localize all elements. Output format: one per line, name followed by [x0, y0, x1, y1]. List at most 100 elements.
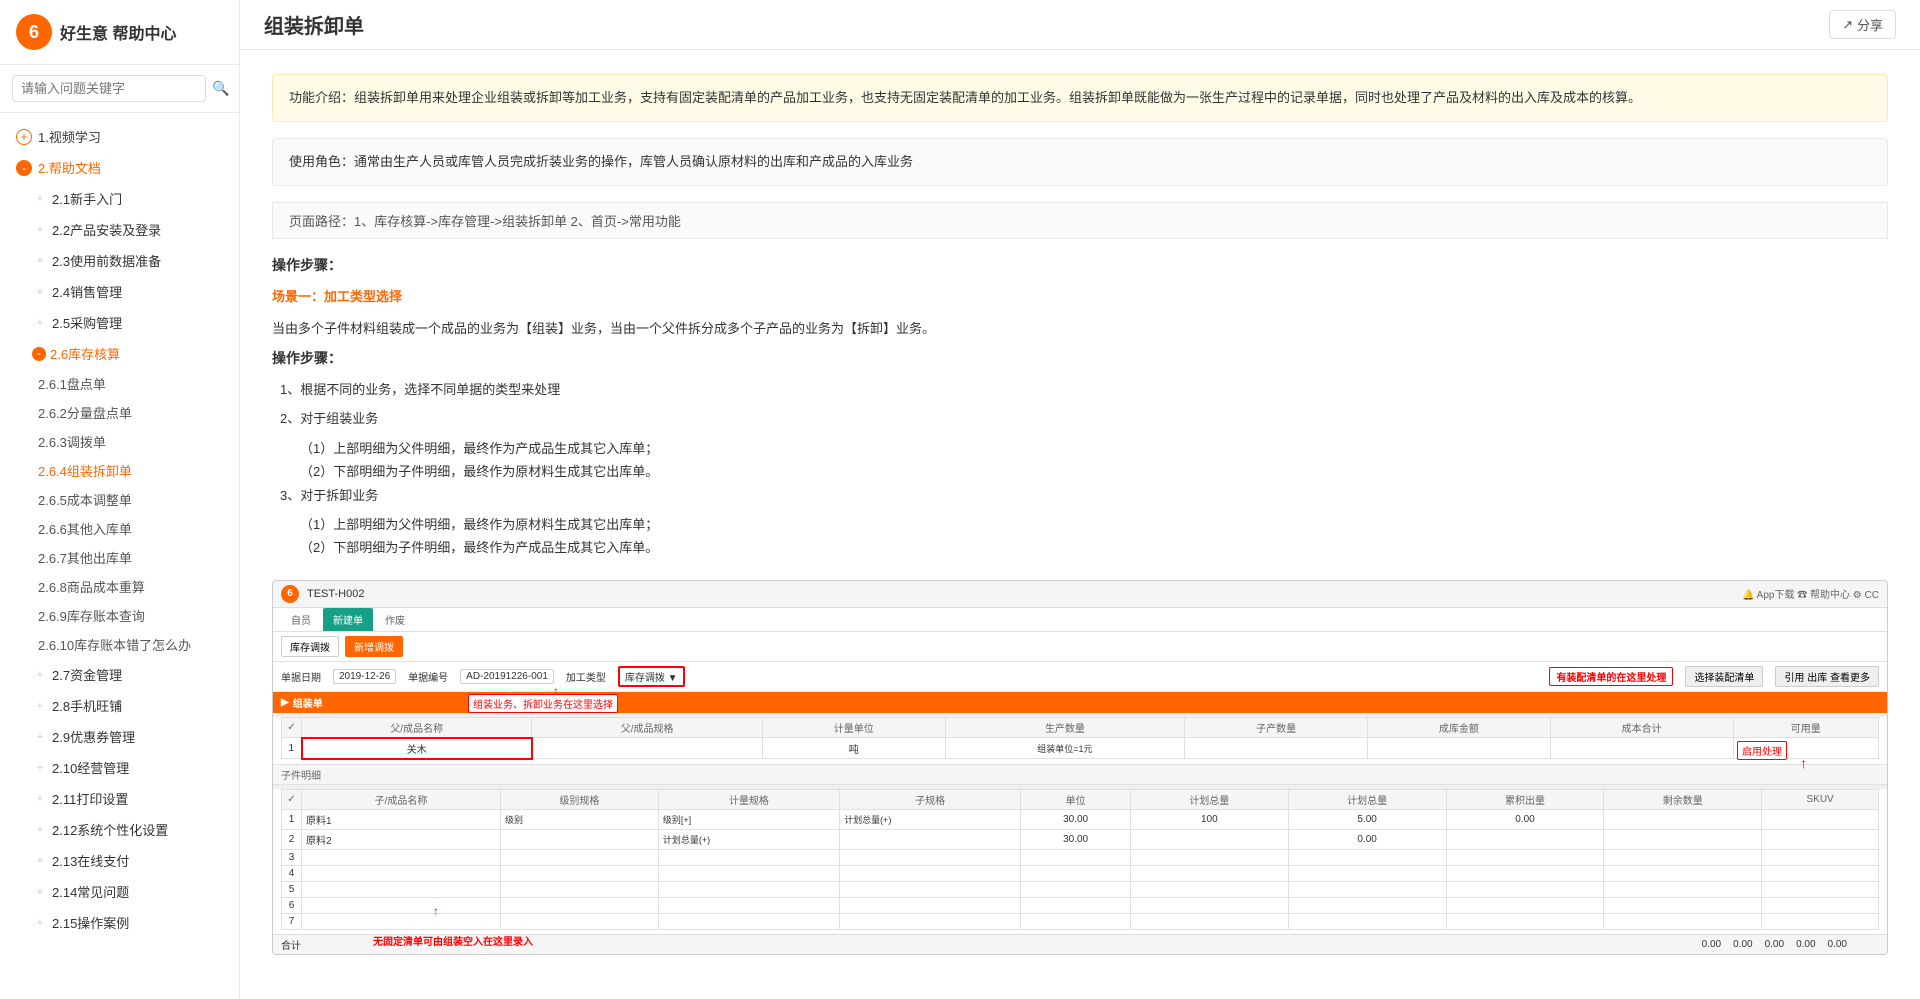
sidebar-item-212[interactable]: + 2.12系统个性化设置 — [0, 814, 239, 845]
sidebar-item-2610[interactable]: 2.6.10库存账本错了怎么办 — [0, 630, 239, 659]
step2: 2、对于组装业务 — [272, 407, 1888, 430]
mock-icons-area: 🔔 App下载 ☎ 帮助中心 ⚙ CC — [1742, 586, 1879, 601]
logo-text: 好生意 帮助中心 — [60, 20, 176, 44]
sidebar-item-26[interactable]: - 2.6库存核算 — [0, 338, 239, 369]
sidebar-item-266[interactable]: 2.6.6其他入库单 — [0, 514, 239, 543]
mock-th-stock-amt: 成库金额 — [1368, 717, 1551, 738]
search-bar: 🔍 — [0, 65, 239, 113]
sidebar-item-265[interactable]: 2.6.5成本调整单 — [0, 485, 239, 514]
sidebar-item-22[interactable]: + 2.2产品安装及登录 — [0, 214, 239, 245]
expand-icon: + — [32, 915, 48, 931]
mock-lower-header: 子件明细 启用处理 ↑ — [273, 764, 1887, 785]
sidebar-item-27[interactable]: + 2.7资金管理 — [0, 659, 239, 690]
sidebar-item-label: 2.12系统个性化设置 — [52, 820, 168, 839]
mock-order-label: 单据编号 — [408, 669, 448, 684]
sidebar-item-215[interactable]: + 2.15操作案例 — [0, 907, 239, 938]
mock-action-btn[interactable]: 引用 出库 查看更多 — [1775, 666, 1879, 687]
step1: 1、根据不同的业务，选择不同单据的类型来处理 — [272, 378, 1888, 401]
mock-td-prod-qty: 组装单位=1元 — [945, 738, 1185, 759]
mock-app: 6 TEST-H002 🔔 App下载 ☎ 帮助中心 ⚙ CC 自员 新建单 作… — [273, 581, 1887, 954]
sidebar-item-label: 2.2产品安装及登录 — [52, 220, 161, 239]
step3: 3、对于拆卸业务 — [272, 484, 1888, 507]
sidebar-item-210[interactable]: + 2.10经营管理 — [0, 752, 239, 783]
ops-title: 操作步骤： — [272, 255, 1888, 275]
sidebar-item-264[interactable]: 2.6.4组装拆卸单 — [0, 456, 239, 485]
mock-lower-row2: 2 原料2 计划总量(+) 30.00 0.00 — [282, 829, 1879, 849]
sidebar-item-label: 2.6库存核算 — [50, 344, 120, 363]
mock-type-value[interactable]: 库存调拨 ▼ — [618, 666, 685, 687]
path-block: 页面路径：1、库存核算->库存管理->组装拆卸单 2、首页->常用功能 — [272, 202, 1888, 239]
sidebar-item-21[interactable]: + 2.1新手入门 — [0, 183, 239, 214]
mock-th-sub-qty: 子产数量 — [1185, 717, 1368, 738]
mock-total-4: 0.00 — [1796, 939, 1815, 950]
mock-td-sub-qty — [1185, 738, 1368, 759]
sidebar-item-label: 2.4销售管理 — [52, 282, 122, 301]
mock-total-1: 0.00 — [1702, 939, 1721, 950]
sidebar-item-24[interactable]: + 2.4销售管理 — [0, 276, 239, 307]
sidebar-item-262[interactable]: 2.6.2分量盘点单 — [0, 398, 239, 427]
mock-avail-annotation: 启用处理 — [1737, 741, 1787, 760]
mock-select-bom-btn[interactable]: 选择装配清单 — [1685, 666, 1763, 687]
mock-th-avail: 可用量 — [1733, 717, 1878, 738]
mock-nav-cancel[interactable]: 作废 — [375, 608, 415, 631]
sidebar-item-25[interactable]: + 2.5采购管理 — [0, 307, 239, 338]
mock-td-stock-amt — [1368, 738, 1551, 759]
mock-order-value: AD-20191226-001 — [460, 669, 554, 684]
mock-lower-section: ✓ 子/成品名称 级别规格 计量规格 子规格 单位 计划总量 计划总量 累积出量… — [273, 789, 1887, 934]
mock-td-spec — [532, 738, 762, 759]
mock-date-label: 单据日期 — [281, 669, 321, 684]
step3-sub2: （2）下部明细为子件明细，最终作为产成品生成其它入库单。 — [272, 536, 1888, 559]
mock-th-prod-qty: 生产数量 — [945, 717, 1185, 738]
mock-nav-bar: 自员 新建单 作废 — [273, 608, 1887, 632]
sidebar-item-261[interactable]: 2.6.1盘点单 — [0, 369, 239, 398]
mock-total-label: 合计 — [281, 937, 301, 952]
sidebar-item-29[interactable]: + 2.9优惠券管理 — [0, 721, 239, 752]
share-label: 分享 — [1857, 15, 1883, 34]
sidebar-item-263[interactable]: 2.6.3调拨单 — [0, 427, 239, 456]
mock-logo-icon: 6 — [281, 585, 299, 603]
mock-lower-table: ✓ 子/成品名称 级别规格 计量规格 子规格 单位 计划总量 计划总量 累积出量… — [281, 789, 1879, 930]
sidebar-item-269[interactable]: 2.6.9库存账本查询 — [0, 601, 239, 630]
sidebar-item-label: 2.13在线支付 — [52, 851, 129, 870]
mock-avail-arrow: ↑ — [1800, 755, 1807, 771]
mock-btn-new-transfer[interactable]: 新增调拨 — [345, 636, 403, 657]
mock-lower-row6: 6 — [282, 897, 1879, 913]
topbar: 组装拆卸单 ↗ 分享 — [240, 0, 1920, 50]
mock-lower-row7: 7 — [282, 913, 1879, 929]
sidebar-item-docs[interactable]: - 2.帮助文档 — [0, 152, 239, 183]
expand-icon: + — [32, 853, 48, 869]
share-button[interactable]: ↗ 分享 — [1829, 10, 1896, 39]
expand-icon: + — [32, 315, 48, 331]
scene1-title: 场景一：加工类型选择 — [272, 285, 1888, 308]
sidebar-item-211[interactable]: + 2.11打印设置 — [0, 783, 239, 814]
mock-nav-new[interactable]: 新建单 — [323, 608, 373, 631]
main-area: 组装拆卸单 ↗ 分享 功能介绍：组装拆卸单用来处理企业组装或拆卸等加工业务，支持… — [240, 0, 1920, 999]
sidebar-item-213[interactable]: + 2.13在线支付 — [0, 845, 239, 876]
mock-td-cost — [1550, 738, 1733, 759]
ops-steps-title2: 操作步骤： — [272, 348, 1888, 368]
expand-icon: + — [32, 791, 48, 807]
mock-header-id: TEST-H002 — [307, 588, 364, 600]
expand-icon: + — [32, 822, 48, 838]
sidebar-item-23[interactable]: + 2.3使用前数据准备 — [0, 245, 239, 276]
mock-btn-transfer[interactable]: 库存调拨 — [281, 636, 339, 657]
sidebar-item-28[interactable]: + 2.8手机旺铺 — [0, 690, 239, 721]
mock-nav-self[interactable]: 自员 — [281, 608, 321, 631]
ops-section: 操作步骤： 场景一：加工类型选择 当由多个子件材料组装成一个成品的业务为【组装】… — [272, 255, 1888, 560]
mock-bom-annotation: 有装配清单的在这里处理 — [1549, 667, 1673, 686]
mock-th-name: 父/成品名称 — [302, 717, 532, 738]
mock-upper-section: ✓ 父/成品名称 父/成品规格 计量单位 生产数量 子产数量 成库金额 成本合计… — [273, 717, 1887, 764]
sidebar-item-video[interactable]: + 1.视频学习 — [0, 121, 239, 152]
sidebar-item-label: 2.8手机旺铺 — [52, 696, 122, 715]
mock-td-idx: 1 — [282, 738, 302, 759]
page-title: 组装拆卸单 — [264, 10, 364, 39]
sidebar-item-214[interactable]: + 2.14常见问题 — [0, 876, 239, 907]
sidebar-item-268[interactable]: 2.6.8商品成本重算 — [0, 572, 239, 601]
scene1-title-text: 场景一：加工类型选择 — [272, 289, 402, 304]
mock-td-unit: 吨 — [762, 738, 945, 759]
mock-section-icon: ▶ — [281, 697, 289, 708]
search-icon[interactable]: 🔍 — [212, 80, 229, 97]
search-input[interactable] — [12, 75, 206, 102]
sidebar-item-267[interactable]: 2.6.7其他出库单 — [0, 543, 239, 572]
logo-area: 6 好生意 帮助中心 — [0, 0, 239, 65]
